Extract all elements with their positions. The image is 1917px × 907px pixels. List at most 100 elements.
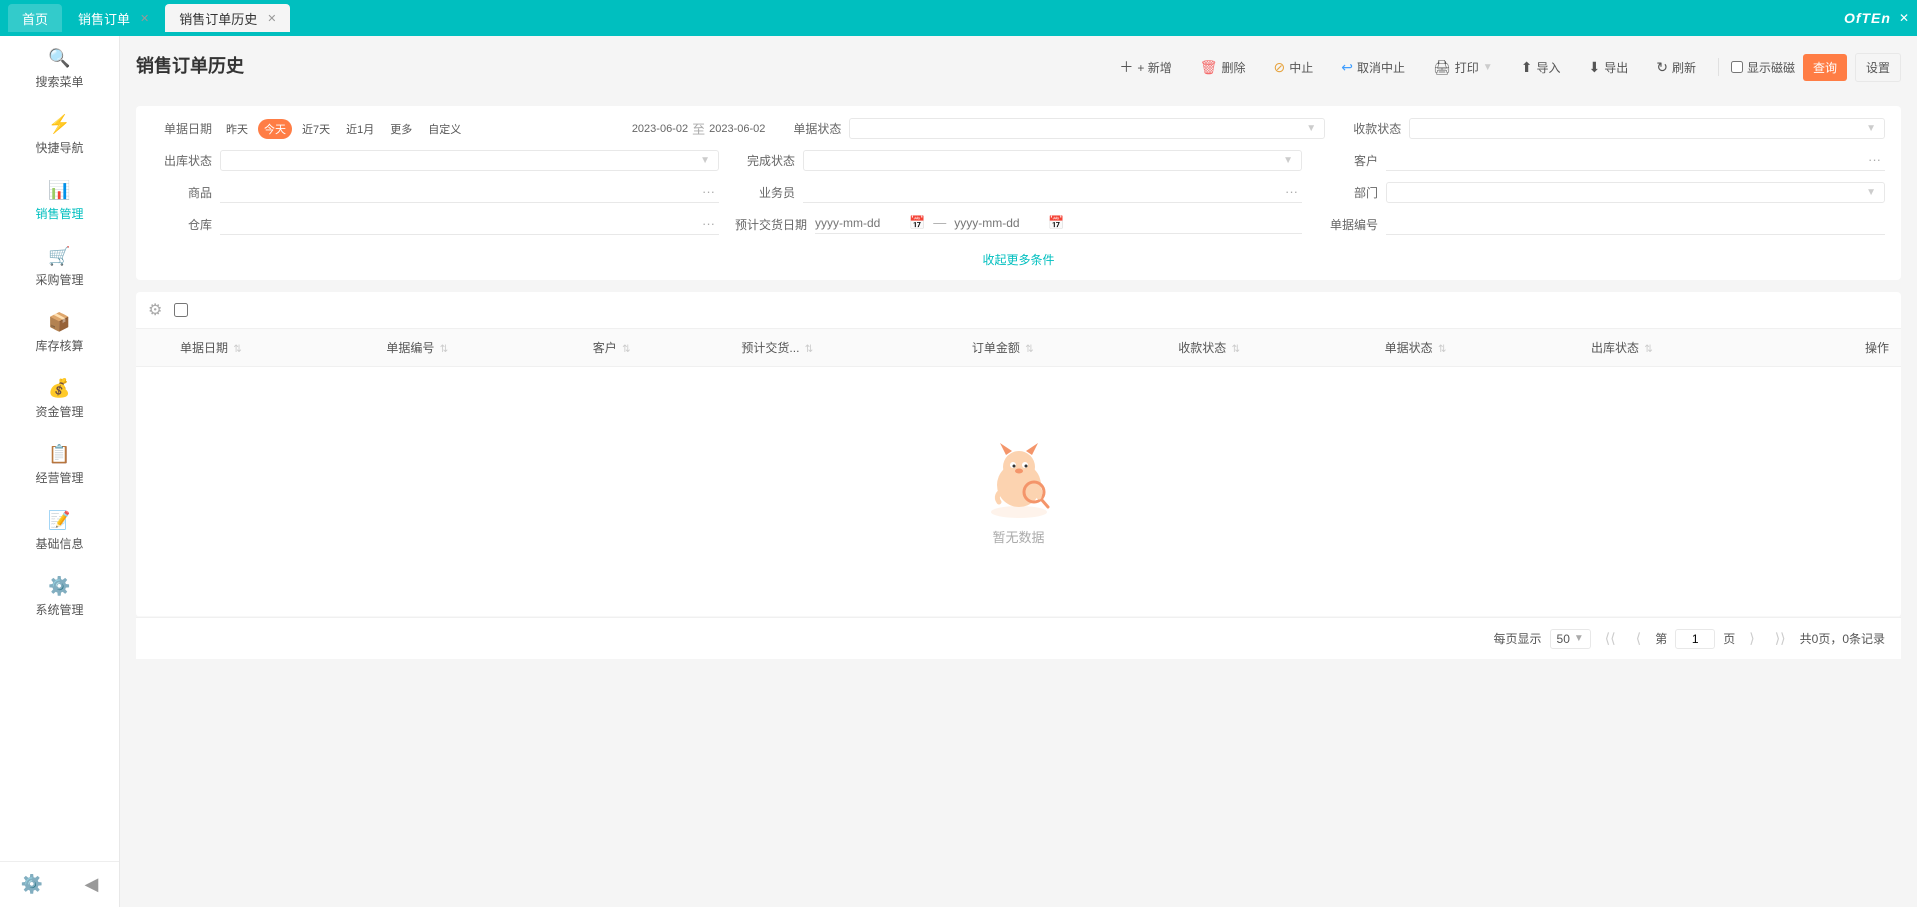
pagination: 每页显示 50 ▼ ⟨⟨ ⟨ 第 页 ⟩ ⟩⟩ 共0页，0条记录: [136, 617, 1901, 659]
date-range-btns: 昨天 今天 近7天 近1月 更多 自定义: [220, 119, 467, 139]
collapse-button[interactable]: 收起更多条件: [982, 253, 1054, 267]
expected-date-from-input[interactable]: [815, 216, 905, 230]
delivery-status-label: 出库状态: [152, 152, 212, 169]
date-btn-yesterday[interactable]: 昨天: [220, 119, 254, 139]
salesperson-value: ···: [803, 181, 1302, 203]
sidebar-item-system[interactable]: ⚙️ 系统管理: [0, 564, 119, 630]
order-status-select[interactable]: ▼: [849, 118, 1325, 139]
sidebar-item-finance[interactable]: 💰 资金管理: [0, 366, 119, 432]
page-size-label: 每页显示: [1494, 630, 1542, 647]
sidebar-item-purchase[interactable]: 🛒 采购管理: [0, 234, 119, 300]
th-order-status[interactable]: 单据状态 ⇅: [1373, 329, 1579, 367]
sidebar-settings-btn[interactable]: ⚙️: [17, 870, 47, 899]
calendar-from-icon[interactable]: 📅: [909, 215, 925, 231]
customer-dots-icon[interactable]: ···: [1864, 152, 1885, 167]
calendar-to-icon[interactable]: 📅: [1048, 215, 1064, 231]
display-cols-checkbox[interactable]: 显示磁磁: [1731, 59, 1795, 76]
tab-sales-order-history[interactable]: 销售订单历史 ✕: [165, 4, 290, 32]
prev-page-btn[interactable]: ⟨: [1630, 628, 1647, 649]
date-range-input-area: 2023-06-02 至 2023-06-02: [632, 119, 766, 138]
topbar-close-icon[interactable]: ✕: [1899, 11, 1909, 25]
delete-icon: 🗑: [1200, 59, 1218, 76]
query-button[interactable]: 查询: [1803, 54, 1847, 81]
import-button[interactable]: ⬆ 导入: [1511, 54, 1571, 81]
print-button[interactable]: 🖨 打印 ▼: [1423, 54, 1503, 81]
department-select[interactable]: ▼: [1386, 182, 1885, 203]
new-icon: ＋: [1119, 57, 1133, 77]
date-btn-custom[interactable]: 自定义: [422, 119, 467, 139]
th-amount[interactable]: 订单金额 ⇅: [960, 329, 1166, 367]
payment-status-label: 收款状态: [1341, 120, 1401, 137]
th-action: 操作: [1785, 329, 1901, 367]
order-status-label: 单据状态: [781, 120, 841, 137]
filter-panel: 单据日期 昨天 今天 近7天 近1月 更多 自定义 2023-06-02: [136, 106, 1901, 280]
sort-order-status-icon: ⇅: [1438, 344, 1446, 355]
sidebar-item-operations[interactable]: 📋 经营管理: [0, 432, 119, 498]
empty-text: 暂无数据: [992, 527, 1044, 546]
tab-sales-order[interactable]: 销售订单 ✕: [64, 4, 163, 32]
sidebar-item-sales[interactable]: 📊 销售管理: [0, 168, 119, 234]
th-date[interactable]: 单据日期 ⇅: [168, 329, 374, 367]
th-expected-delivery[interactable]: 预计交货... ⇅: [729, 329, 959, 367]
close-history-tab[interactable]: ✕: [267, 12, 276, 25]
brand-text: OfTEn: [1844, 10, 1891, 26]
filter-department: 部门 ▼: [1318, 182, 1885, 203]
display-cols-input[interactable]: [1731, 61, 1743, 73]
filter-collapse-area: 收起更多条件: [152, 245, 1885, 268]
export-button[interactable]: ⬇ 导出: [1578, 54, 1638, 81]
sort-amount-icon: ⇅: [1025, 344, 1033, 355]
date-btn-1month[interactable]: 近1月: [340, 119, 380, 139]
tab-home[interactable]: 首页: [8, 4, 62, 32]
table-header-row: 单据日期 ⇅ 单据编号 ⇅ 客户 ⇅ 预计交货...: [136, 329, 1901, 367]
salesperson-dots-icon[interactable]: ···: [1281, 184, 1302, 199]
warehouse-dots-icon[interactable]: ···: [698, 216, 719, 231]
content-area: 销售订单历史 ＋ + 新增 🗑 删除 ⊘ 中止 ↩ 取消中止: [120, 36, 1917, 907]
date-from-value: 2023-06-02: [632, 123, 688, 135]
date-label: 单据日期: [152, 120, 212, 137]
quick-nav-icon: ⚡: [48, 114, 70, 135]
settings-toolbar-button[interactable]: 设置: [1855, 53, 1901, 82]
last-page-btn[interactable]: ⟩⟩: [1769, 628, 1792, 649]
sidebar-item-inventory[interactable]: 📦 库存核算: [0, 300, 119, 366]
expected-date-to-input[interactable]: [954, 216, 1044, 230]
new-button[interactable]: ＋ + 新增: [1109, 52, 1181, 82]
sidebar-item-quick-nav[interactable]: ⚡ 快捷导航: [0, 102, 119, 168]
stop-button[interactable]: ⊘ 中止: [1264, 54, 1324, 81]
page-label-pre: 第: [1655, 630, 1667, 647]
first-page-btn[interactable]: ⟨⟨: [1599, 628, 1622, 649]
expected-date-label: 预计交货日期: [735, 216, 807, 233]
payment-status-select[interactable]: ▼: [1409, 118, 1885, 139]
completion-status-select[interactable]: ▼: [803, 150, 1302, 171]
refresh-button[interactable]: ↻ 刷新: [1646, 54, 1706, 81]
next-page-btn[interactable]: ⟩: [1743, 628, 1760, 649]
filter-warehouse: 仓库 ···: [152, 213, 719, 235]
filter-order-status: 单据状态 ▼: [781, 118, 1325, 139]
goods-dots-icon[interactable]: ···: [698, 184, 719, 199]
th-customer[interactable]: 客户 ⇅: [581, 329, 730, 367]
close-sales-order-tab[interactable]: ✕: [140, 12, 149, 25]
page-size-arrow-icon: ▼: [1574, 633, 1584, 644]
sidebar-item-search[interactable]: 🔍 搜索菜单: [0, 36, 119, 102]
select-all-checkbox[interactable]: [174, 303, 188, 317]
cancel-stop-button[interactable]: ↩ 取消中止: [1331, 54, 1415, 81]
print-icon: 🖨: [1433, 59, 1451, 76]
filter-row-3: 商品 ··· 业务员 ··· 部门: [152, 181, 1885, 203]
date-btn-more[interactable]: 更多: [384, 119, 418, 139]
delete-button[interactable]: 🗑 删除: [1190, 54, 1256, 81]
sidebar-collapse-btn[interactable]: ◀: [80, 870, 102, 899]
sidebar-item-basic-info[interactable]: 📝 基础信息: [0, 498, 119, 564]
date-btn-7days[interactable]: 近7天: [296, 119, 336, 139]
page-size-select[interactable]: 50 ▼: [1550, 629, 1591, 649]
empty-illustration: [974, 437, 1064, 527]
system-icon: ⚙️: [48, 576, 70, 597]
delivery-status-select[interactable]: ▼: [220, 150, 719, 171]
th-payment-status[interactable]: 收款状态 ⇅: [1166, 329, 1372, 367]
th-order-no[interactable]: 单据编号 ⇅: [374, 329, 580, 367]
table-container: ⚙ 单据日期 ⇅ 单据编号 ⇅: [136, 292, 1901, 617]
page-input[interactable]: [1675, 629, 1715, 649]
date-btn-today[interactable]: 今天: [258, 119, 292, 139]
table-settings-icon[interactable]: ⚙: [148, 300, 162, 320]
filter-expected-date: 预计交货日期 📅 — 📅: [735, 215, 1302, 234]
order-no-input[interactable]: [1386, 217, 1885, 231]
th-delivery-status[interactable]: 出库状态 ⇅: [1579, 329, 1785, 367]
